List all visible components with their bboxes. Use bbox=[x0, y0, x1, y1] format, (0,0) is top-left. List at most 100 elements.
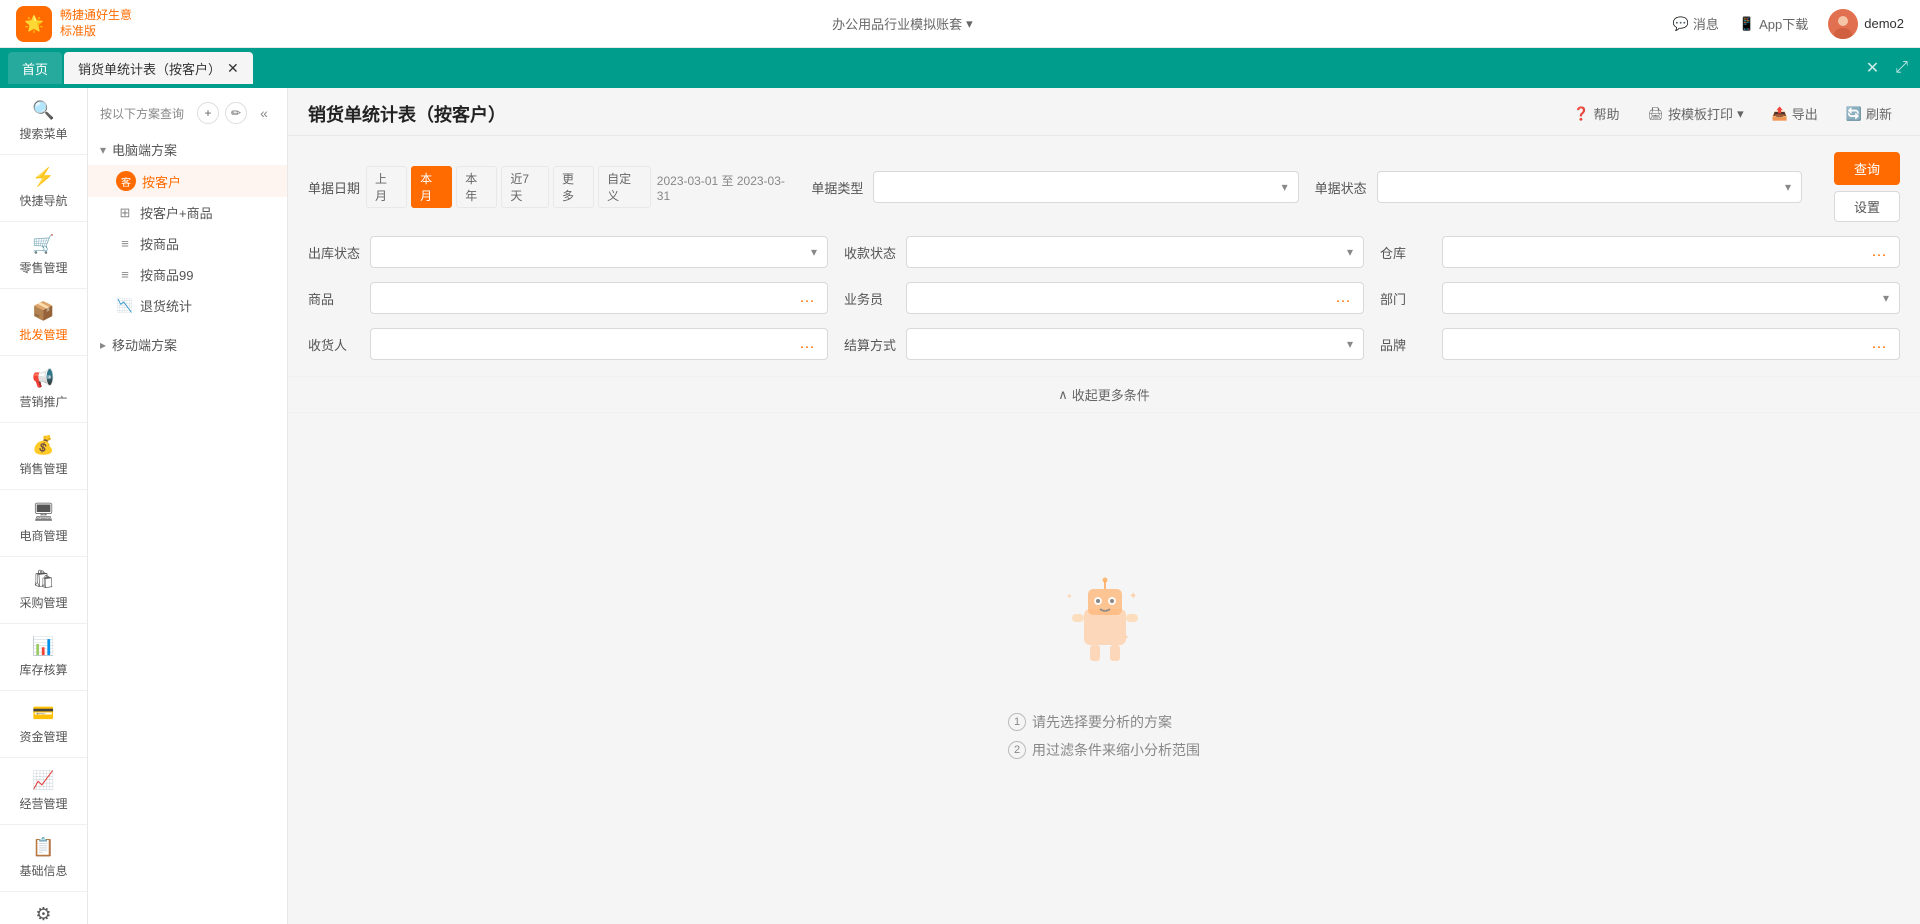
goods-scheme-icon: ≡ bbox=[116, 235, 134, 253]
sidebar-item-search[interactable]: 🔍 搜索菜单 bbox=[0, 88, 87, 155]
main-layout: 🔍 搜索菜单 ⚡ 快捷导航 🛒 零售管理 📦 批发管理 📢 营销推广 💰 销售管… bbox=[0, 88, 1920, 924]
query-button[interactable]: 查询 bbox=[1834, 152, 1900, 185]
date-tab-more[interactable]: 更多 bbox=[553, 166, 594, 208]
sidebar-item-nav[interactable]: ⚡ 快捷导航 bbox=[0, 155, 87, 222]
print-icon: 🖨 bbox=[1648, 106, 1665, 122]
collect-status-select[interactable]: ▾ bbox=[906, 236, 1364, 268]
svg-text:✦: ✦ bbox=[1066, 592, 1073, 601]
sidebar-item-system[interactable]: ⚙ 系统管理 bbox=[0, 892, 87, 924]
industry-selector[interactable]: 办公用品行业模拟账套 ▾ bbox=[824, 10, 981, 37]
top-header: 🌟 畅捷通好生意 标准版 办公用品行业模拟账套 ▾ 💬 消息 📱 App下载 bbox=[0, 0, 1920, 48]
tree-child-by-goods[interactable]: ≡ 按商品 bbox=[88, 228, 287, 259]
doc-status-select[interactable]: ▾ bbox=[1377, 171, 1802, 203]
app-download-button[interactable]: 📱 App下载 bbox=[1739, 14, 1808, 33]
tab-report[interactable]: 销货单统计表（按客户） ✕ bbox=[64, 52, 253, 84]
doc-status-chevron-icon: ▾ bbox=[1785, 180, 1791, 194]
content-area: 按以下方案查询 + ✏ « ▾ 电脑端方案 客 bbox=[88, 88, 1920, 924]
filter-brand: 品牌 … bbox=[1380, 328, 1900, 360]
date-filter: 单据日期 上月 本月 本年 近7天 更多 自定义 2023-03-01 至 20… bbox=[308, 166, 795, 208]
return-stats-icon: 📉 bbox=[116, 297, 134, 315]
collapse-bar[interactable]: ∧ 收起更多条件 bbox=[288, 377, 1920, 413]
date-tab-custom[interactable]: 自定义 bbox=[598, 166, 651, 208]
restore-window-icon[interactable]: ⤢ bbox=[1891, 55, 1912, 81]
page-title-bar: 销货单统计表（按客户） ❓ 帮助 🖨 按模板打印 ▾ 📤 bbox=[288, 88, 1920, 136]
settlement-select[interactable]: ▾ bbox=[906, 328, 1364, 360]
tree-child-by-customer-goods[interactable]: ⊞ 按客户+商品 bbox=[88, 197, 287, 228]
filter-goods: 商品 … bbox=[308, 282, 828, 314]
sidebar-item-sales[interactable]: 💰 销售管理 bbox=[0, 423, 87, 490]
export-button[interactable]: 📤 导出 bbox=[1764, 100, 1826, 127]
left-panel-actions: + ✏ « bbox=[197, 102, 275, 124]
brand-select[interactable]: … bbox=[1442, 328, 1900, 360]
right-content: 销货单统计表（按客户） ❓ 帮助 🖨 按模板打印 ▾ 📤 bbox=[288, 88, 1920, 924]
filter-area: 单据日期 上月 本月 本年 近7天 更多 自定义 2023-03-01 至 20… bbox=[288, 136, 1920, 377]
system-icon: ⚙ bbox=[35, 904, 51, 924]
sidebar-item-ecom[interactable]: 🖥 电商管理 bbox=[0, 490, 87, 557]
page-title: 销货单统计表（按客户） bbox=[308, 101, 506, 127]
app-icon: 📱 bbox=[1739, 16, 1755, 32]
add-scheme-button[interactable]: + bbox=[197, 102, 219, 124]
date-tab-last-month[interactable]: 上月 bbox=[366, 166, 407, 208]
sidebar-item-finance[interactable]: 💳 资金管理 bbox=[0, 691, 87, 758]
print-arrow-icon: ▾ bbox=[1737, 106, 1744, 122]
date-tab-7days[interactable]: 近7天 bbox=[501, 166, 549, 208]
empty-hint-1: 1 请先选择要分析的方案 2 用过滤条件来缩小分析范围 bbox=[1008, 712, 1200, 768]
tree-child-by-goods99[interactable]: ≡ 按商品99 bbox=[88, 259, 287, 290]
operation-icon: 📈 bbox=[32, 770, 54, 791]
sidebar-item-wholesale[interactable]: 📦 批发管理 bbox=[0, 289, 87, 356]
customer-goods-scheme-icon: ⊞ bbox=[116, 204, 134, 222]
date-tab-this-year[interactable]: 本年 bbox=[456, 166, 497, 208]
date-tabs: 上月 本月 本年 近7天 更多 自定义 bbox=[366, 166, 651, 208]
avatar bbox=[1828, 9, 1858, 39]
tree-child-by-customer[interactable]: 客 按客户 bbox=[88, 165, 287, 197]
query-section: 查询 设置 bbox=[1834, 152, 1900, 222]
department-select[interactable]: ▾ bbox=[1442, 282, 1900, 314]
filter-settlement: 结算方式 ▾ bbox=[844, 328, 1364, 360]
department-chevron-icon: ▾ bbox=[1883, 291, 1889, 305]
empty-icon: ✦ ✦ ✦ bbox=[1044, 569, 1164, 692]
tree-child-return-stats[interactable]: 📉 退货统计 bbox=[88, 290, 287, 321]
date-tab-this-month[interactable]: 本月 bbox=[411, 166, 452, 208]
tree-parent-pc[interactable]: ▾ 电脑端方案 bbox=[88, 134, 287, 165]
edit-scheme-button[interactable]: ✏ bbox=[225, 102, 247, 124]
warehouse-select[interactable]: … bbox=[1442, 236, 1900, 268]
out-status-select[interactable]: ▾ bbox=[370, 236, 828, 268]
tab-close-icon[interactable]: ✕ bbox=[227, 60, 239, 77]
close-window-icon[interactable]: ✕ bbox=[1862, 54, 1883, 82]
refresh-button[interactable]: 🔄 刷新 bbox=[1838, 100, 1900, 127]
help-button[interactable]: ❓ 帮助 bbox=[1565, 100, 1627, 127]
doc-type-select[interactable]: ▾ bbox=[873, 171, 1298, 203]
filter-salesperson: 业务员 … bbox=[844, 282, 1364, 314]
tree-section-mobile: ▸ 移动端方案 bbox=[88, 325, 287, 364]
settlement-chevron-icon: ▾ bbox=[1347, 337, 1353, 351]
retail-icon: 🛒 bbox=[32, 234, 54, 255]
sidebar-item-retail[interactable]: 🛒 零售管理 bbox=[0, 222, 87, 289]
tree-parent-mobile[interactable]: ▸ 移动端方案 bbox=[88, 329, 287, 360]
sidebar-item-inventory[interactable]: 📊 库存核算 bbox=[0, 624, 87, 691]
refresh-icon: 🔄 bbox=[1846, 106, 1862, 122]
page-inner: 按以下方案查询 + ✏ « ▾ 电脑端方案 客 bbox=[88, 88, 1920, 924]
settings-button[interactable]: 设置 bbox=[1834, 191, 1900, 222]
logo-icon: 🌟 bbox=[16, 6, 52, 42]
message-button[interactable]: 💬 消息 bbox=[1673, 14, 1719, 33]
print-button[interactable]: 🖨 按模板打印 ▾ bbox=[1640, 100, 1752, 127]
collect-status-chevron-icon: ▾ bbox=[1347, 245, 1353, 259]
left-panel-header: 按以下方案查询 + ✏ « bbox=[88, 96, 287, 130]
ecom-icon: 🖥 bbox=[32, 502, 55, 523]
goods-select[interactable]: … bbox=[370, 282, 828, 314]
user-area[interactable]: demo2 bbox=[1828, 9, 1904, 39]
salesperson-select[interactable]: … bbox=[906, 282, 1364, 314]
sidebar: 🔍 搜索菜单 ⚡ 快捷导航 🛒 零售管理 📦 批发管理 📢 营销推广 💰 销售管… bbox=[0, 88, 88, 924]
tab-bar: 首页 销货单统计表（按客户） ✕ ✕ ⤢ bbox=[0, 48, 1920, 88]
collapse-panel-button[interactable]: « bbox=[253, 102, 275, 124]
filter-row-1: 单据日期 上月 本月 本年 近7天 更多 自定义 2023-03-01 至 20… bbox=[308, 152, 1900, 222]
sidebar-item-marketing[interactable]: 📢 营销推广 bbox=[0, 356, 87, 423]
tab-home[interactable]: 首页 bbox=[8, 52, 62, 84]
goods99-scheme-icon: ≡ bbox=[116, 266, 134, 284]
recipient-select[interactable]: … bbox=[370, 328, 828, 360]
sidebar-item-purchase[interactable]: 🛍 采购管理 bbox=[0, 557, 87, 624]
header-right: 💬 消息 📱 App下载 demo2 bbox=[1673, 9, 1904, 39]
sidebar-item-operation[interactable]: 📈 经营管理 bbox=[0, 758, 87, 825]
sidebar-item-basic[interactable]: 📋 基础信息 bbox=[0, 825, 87, 892]
marketing-icon: 📢 bbox=[32, 368, 54, 389]
